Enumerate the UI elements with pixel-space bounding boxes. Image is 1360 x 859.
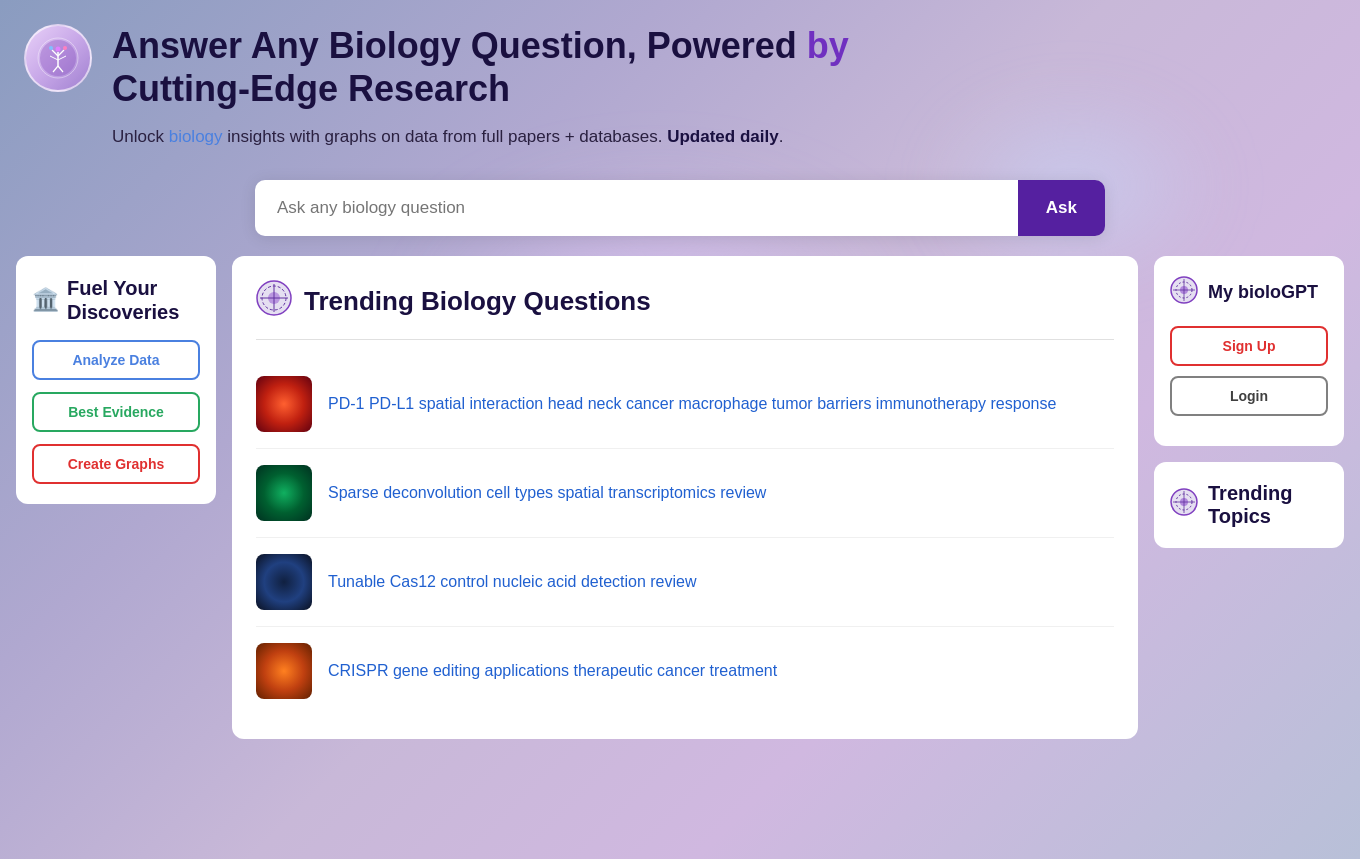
trending-topics-icon: [1170, 488, 1198, 522]
svg-point-9: [56, 47, 61, 52]
question-link[interactable]: CRISPR gene editing applications therape…: [328, 660, 777, 682]
question-thumbnail: [256, 465, 312, 521]
header-subtitle: Unlock biology insights with graphs on d…: [112, 124, 1320, 150]
sidebar-header: 🏛️ Fuel Your Discoveries: [32, 276, 200, 324]
biology-link[interactable]: biology: [169, 127, 223, 146]
biologpt-icon: [1170, 276, 1198, 310]
question-thumbnail: [256, 554, 312, 610]
question-item[interactable]: Tunable Cas12 control nucleic acid detec…: [256, 538, 1114, 627]
analyze-data-button[interactable]: Analyze Data: [32, 340, 200, 380]
updated-daily: Updated daily: [667, 127, 778, 146]
question-thumbnail: [256, 376, 312, 432]
question-link[interactable]: PD-1 PD-L1 spatial interaction head neck…: [328, 393, 1056, 415]
center-panel: Trending Biology Questions PD-1 PD-L1 sp…: [232, 256, 1138, 739]
my-biologpt-title: My bioloGPT: [1208, 282, 1318, 304]
header: Answer Any Biology Question, Powered byC…: [0, 0, 1360, 170]
page-title: Answer Any Biology Question, Powered byC…: [112, 24, 1320, 110]
signup-button[interactable]: Sign Up: [1170, 326, 1328, 366]
svg-point-11: [63, 46, 67, 50]
question-thumbnail: [256, 643, 312, 699]
my-biologpt-card: My bioloGPT Sign Up Login: [1154, 256, 1344, 446]
title-highlight: by: [807, 25, 849, 66]
sidebar-title: Fuel Your Discoveries: [67, 276, 200, 324]
create-graphs-button[interactable]: Create Graphs: [32, 444, 200, 484]
fuel-icon: 🏛️: [32, 287, 59, 313]
trending-topics-title: Trending Topics: [1208, 482, 1328, 528]
trending-card-header: Trending Topics: [1170, 482, 1328, 528]
ask-button[interactable]: Ask: [1018, 180, 1105, 236]
search-section: Ask: [0, 170, 1360, 256]
left-sidebar: 🏛️ Fuel Your Discoveries Analyze Data Be…: [16, 256, 216, 504]
main-content: 🏛️ Fuel Your Discoveries Analyze Data Be…: [0, 256, 1360, 859]
trending-panel-title: Trending Biology Questions: [304, 286, 651, 317]
best-evidence-button[interactable]: Best Evidence: [32, 392, 200, 432]
trending-biology-icon: [256, 280, 292, 323]
trending-topics-card: Trending Topics: [1154, 462, 1344, 548]
right-sidebar: My bioloGPT Sign Up Login: [1154, 256, 1344, 859]
search-input[interactable]: [255, 180, 1018, 236]
search-bar: Ask: [255, 180, 1105, 236]
question-item[interactable]: PD-1 PD-L1 spatial interaction head neck…: [256, 360, 1114, 449]
question-item[interactable]: Sparse deconvolution cell types spatial …: [256, 449, 1114, 538]
panel-header: Trending Biology Questions: [256, 280, 1114, 340]
question-link[interactable]: Tunable Cas12 control nucleic acid detec…: [328, 571, 697, 593]
header-text-block: Answer Any Biology Question, Powered byC…: [112, 24, 1320, 150]
question-item[interactable]: CRISPR gene editing applications therape…: [256, 627, 1114, 715]
logo-icon: [24, 24, 92, 92]
questions-list: PD-1 PD-L1 spatial interaction head neck…: [256, 360, 1114, 715]
question-link[interactable]: Sparse deconvolution cell types spatial …: [328, 482, 766, 504]
login-button[interactable]: Login: [1170, 376, 1328, 416]
biologpt-card-header: My bioloGPT: [1170, 276, 1328, 310]
svg-point-10: [49, 46, 53, 50]
